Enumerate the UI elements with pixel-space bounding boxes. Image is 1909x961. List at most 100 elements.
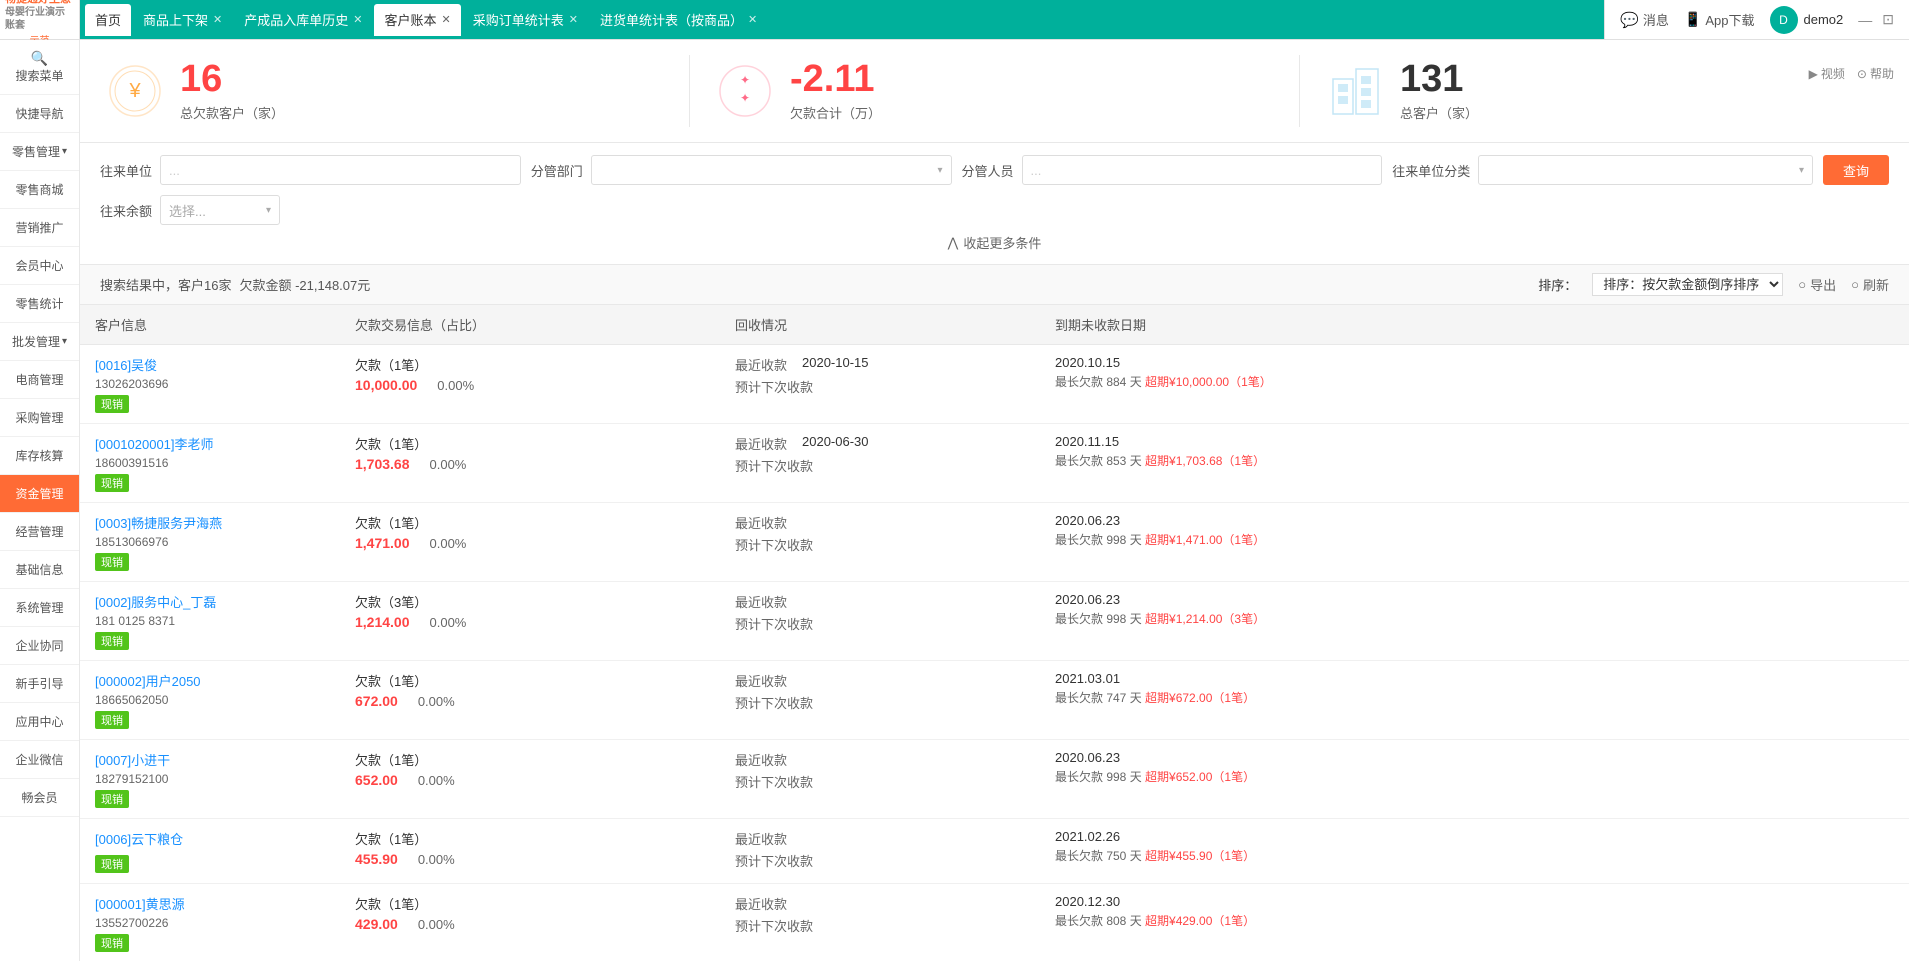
customer-name-link[interactable]: [0007]小进干 <box>95 750 325 769</box>
debt-percent: 0.00% <box>418 773 455 788</box>
person-input[interactable]: ... <box>1022 155 1383 185</box>
sidebar-item-ecommerce[interactable]: 电商管理 <box>0 361 79 399</box>
customer-tag: 现销 <box>95 474 129 492</box>
results-bar: 搜索结果中，客户16家 欠款金额 -21,148.07元 排序： 排序：按欠款金… <box>80 265 1909 305</box>
customer-name-link[interactable]: [0001020001]李老师 <box>95 434 325 453</box>
tab-purchase-order[interactable]: 采购订单统计表 ✕ <box>463 4 588 36</box>
tab-products-offline[interactable]: 商品上下架 ✕ <box>133 4 232 36</box>
sidebar-item-enterprise-collab[interactable]: 企业协同 <box>0 627 79 665</box>
sidebar-item-app-center[interactable]: 应用中心 <box>0 703 79 741</box>
tab-production-history[interactable]: 产成品入库单历史 ✕ <box>234 4 372 36</box>
stat-debt-customers-label: 总欠款客户（家） <box>180 103 284 122</box>
window-controls: — ⊡ <box>1858 11 1894 28</box>
customer-name-link[interactable]: [0003]畅捷服务尹海燕 <box>95 513 325 532</box>
sidebar-item-enterprise-wechat[interactable]: 企业微信 <box>0 741 79 779</box>
sidebar-item-retail-mall[interactable]: 零售商城 <box>0 171 79 209</box>
app-download-btn[interactable]: 📱 App下载 <box>1684 10 1755 29</box>
overdue-link[interactable]: 超期¥1,471.00（1笔） <box>1145 533 1265 547</box>
table-row: [0002]服务中心_丁磊 181 0125 8371 现销 欠款（3笔） 1,… <box>80 582 1909 661</box>
svg-text:✦: ✦ <box>739 73 749 87</box>
overdue-info: 最长欠款 853 天 超期¥1,703.68（1笔） <box>1055 452 1894 469</box>
sidebar-item-batch-mgmt[interactable]: 批发管理 ▾ <box>0 323 79 361</box>
message-btn[interactable]: 💬 消息 <box>1620 10 1669 29</box>
debt-count: 欠款（1笔） <box>355 671 705 690</box>
close-icon[interactable]: ✕ <box>569 13 578 26</box>
sidebar-search[interactable]: 🔍 搜索菜单 <box>0 40 79 95</box>
stat-debt-customers-value: 16 <box>180 60 284 98</box>
logo-text: 畅捷通好生意 母婴行业演示账套 <box>5 0 74 32</box>
user-area[interactable]: D demo2 <box>1770 6 1844 34</box>
source-unit-filter: 往来单位 ... <box>100 155 521 185</box>
person-label: 分管人员 <box>962 161 1014 180</box>
export-btn[interactable]: ○ 导出 <box>1798 275 1836 294</box>
refresh-icon: ○ <box>1851 277 1859 292</box>
payment-recent: 最近收款 2020-10-15 <box>735 355 1025 374</box>
sidebar-item-finance-mgmt[interactable]: 资金管理 <box>0 475 79 513</box>
overdue-link[interactable]: 超期¥672.00（1笔） <box>1145 691 1255 705</box>
sidebar-item-purchase-mgmt[interactable]: 采购管理 <box>0 399 79 437</box>
filter-row-1: 往来单位 ... 分管部门 ▾ 分管人员 ... <box>100 155 1889 185</box>
sidebar-item-member-center[interactable]: 会员中心 <box>0 247 79 285</box>
search-button[interactable]: 查询 <box>1823 155 1889 185</box>
sidebar-item-operations[interactable]: 经营管理 <box>0 513 79 551</box>
maximize-icon[interactable]: ⊡ <box>1882 11 1894 28</box>
tab-home[interactable]: 首页 <box>85 4 131 36</box>
table-row: [0006]云下粮仓 现销 欠款（1笔） 455.90 0.00% 最近收款 预… <box>80 819 1909 884</box>
sidebar-item-retail-stats[interactable]: 零售统计 <box>0 285 79 323</box>
customer-name-link[interactable]: [000001]黄思源 <box>95 894 325 913</box>
tab-customer-account[interactable]: 客户账本 ✕ <box>374 4 460 36</box>
customer-name-link[interactable]: [0016]吴俊 <box>95 355 325 374</box>
dept-select[interactable]: ▾ <box>591 155 952 185</box>
close-icon[interactable]: ✕ <box>748 13 757 26</box>
payment-next: 预计下次收款 <box>735 693 1025 712</box>
balance-select[interactable]: 选择... ▾ <box>160 195 280 225</box>
chevron-up-icon: ⋀ <box>948 235 959 251</box>
overdue-link[interactable]: 超期¥455.90（1笔） <box>1145 849 1255 863</box>
sidebar-item-inventory[interactable]: 库存核算 <box>0 437 79 475</box>
person-filter: 分管人员 ... <box>962 155 1383 185</box>
overdue-link[interactable]: 超期¥1,214.00（3笔） <box>1145 612 1265 626</box>
overdue-link[interactable]: 超期¥10,000.00（1笔） <box>1145 375 1272 389</box>
export-icon: ○ <box>1798 277 1806 292</box>
due-date: 2020.10.15 <box>1055 355 1894 370</box>
refresh-btn[interactable]: ○ 刷新 <box>1851 275 1889 294</box>
sidebar-item-new-guide[interactable]: 新手引导 <box>0 665 79 703</box>
collapse-btn[interactable]: ⋀ 收起更多条件 <box>948 233 1042 252</box>
sidebar-item-member-plus[interactable]: 畅会员 <box>0 779 79 817</box>
stat-icon-total-customers <box>1325 61 1385 121</box>
stat-total-customers-label: 总客户（家） <box>1400 103 1478 122</box>
debt-amount: 1,703.68 <box>355 456 410 472</box>
overdue-link[interactable]: 超期¥652.00（1笔） <box>1145 770 1255 784</box>
close-icon[interactable]: ✕ <box>213 13 222 26</box>
overdue-info: 最长欠款 808 天 超期¥429.00（1笔） <box>1055 912 1894 929</box>
view-video-btn[interactable]: ▶ 视频 <box>1809 65 1845 82</box>
help-btn[interactable]: ⊙ 帮助 <box>1857 65 1894 82</box>
source-unit-input[interactable]: ... <box>160 155 521 185</box>
sidebar-item-quick-nav[interactable]: 快捷导航 <box>0 95 79 133</box>
customer-name-link[interactable]: [000002]用户2050 <box>95 671 325 690</box>
overdue-link[interactable]: 超期¥429.00（1笔） <box>1145 914 1255 928</box>
debt-amount: 1,471.00 <box>355 535 410 551</box>
nav-tabs: 首页 商品上下架 ✕ 产成品入库单历史 ✕ 客户账本 ✕ 采购订单统计表 ✕ 进… <box>80 0 1604 39</box>
minimize-icon[interactable]: — <box>1858 12 1872 28</box>
payment-next: 预计下次收款 <box>735 456 1025 475</box>
sort-select[interactable]: 排序：按欠款金额倒序排序 <box>1592 273 1783 296</box>
sidebar-item-basic-info[interactable]: 基础信息 <box>0 551 79 589</box>
overdue-link[interactable]: 超期¥1,703.68（1笔） <box>1145 454 1265 468</box>
sidebar: 🔍 搜索菜单 快捷导航 零售管理 ▾ 零售商城 营销推广 会员中心 零售统计 批… <box>0 40 80 961</box>
due-date: 2020.11.15 <box>1055 434 1894 449</box>
close-icon[interactable]: ✕ <box>442 13 451 26</box>
balance-filter: 往来余额 选择... ▾ <box>100 195 280 225</box>
stat-total-customers-value: 131 <box>1400 60 1478 98</box>
sidebar-item-retail-mgmt[interactable]: 零售管理 ▾ <box>0 133 79 171</box>
close-icon[interactable]: ✕ <box>353 13 362 26</box>
message-icon: 💬 <box>1620 11 1639 29</box>
tab-purchase-stats[interactable]: 进货单统计表（按商品） ✕ <box>590 4 767 36</box>
unit-category-filter: 往来单位分类 ▾ <box>1392 155 1813 185</box>
sidebar-item-system-mgmt[interactable]: 系统管理 <box>0 589 79 627</box>
unit-category-select[interactable]: ▾ <box>1478 155 1813 185</box>
sidebar-item-marketing[interactable]: 营销推广 <box>0 209 79 247</box>
chevron-down-icon: ▾ <box>266 205 271 216</box>
customer-name-link[interactable]: [0006]云下粮仓 <box>95 829 325 848</box>
customer-name-link[interactable]: [0002]服务中心_丁磊 <box>95 592 325 611</box>
